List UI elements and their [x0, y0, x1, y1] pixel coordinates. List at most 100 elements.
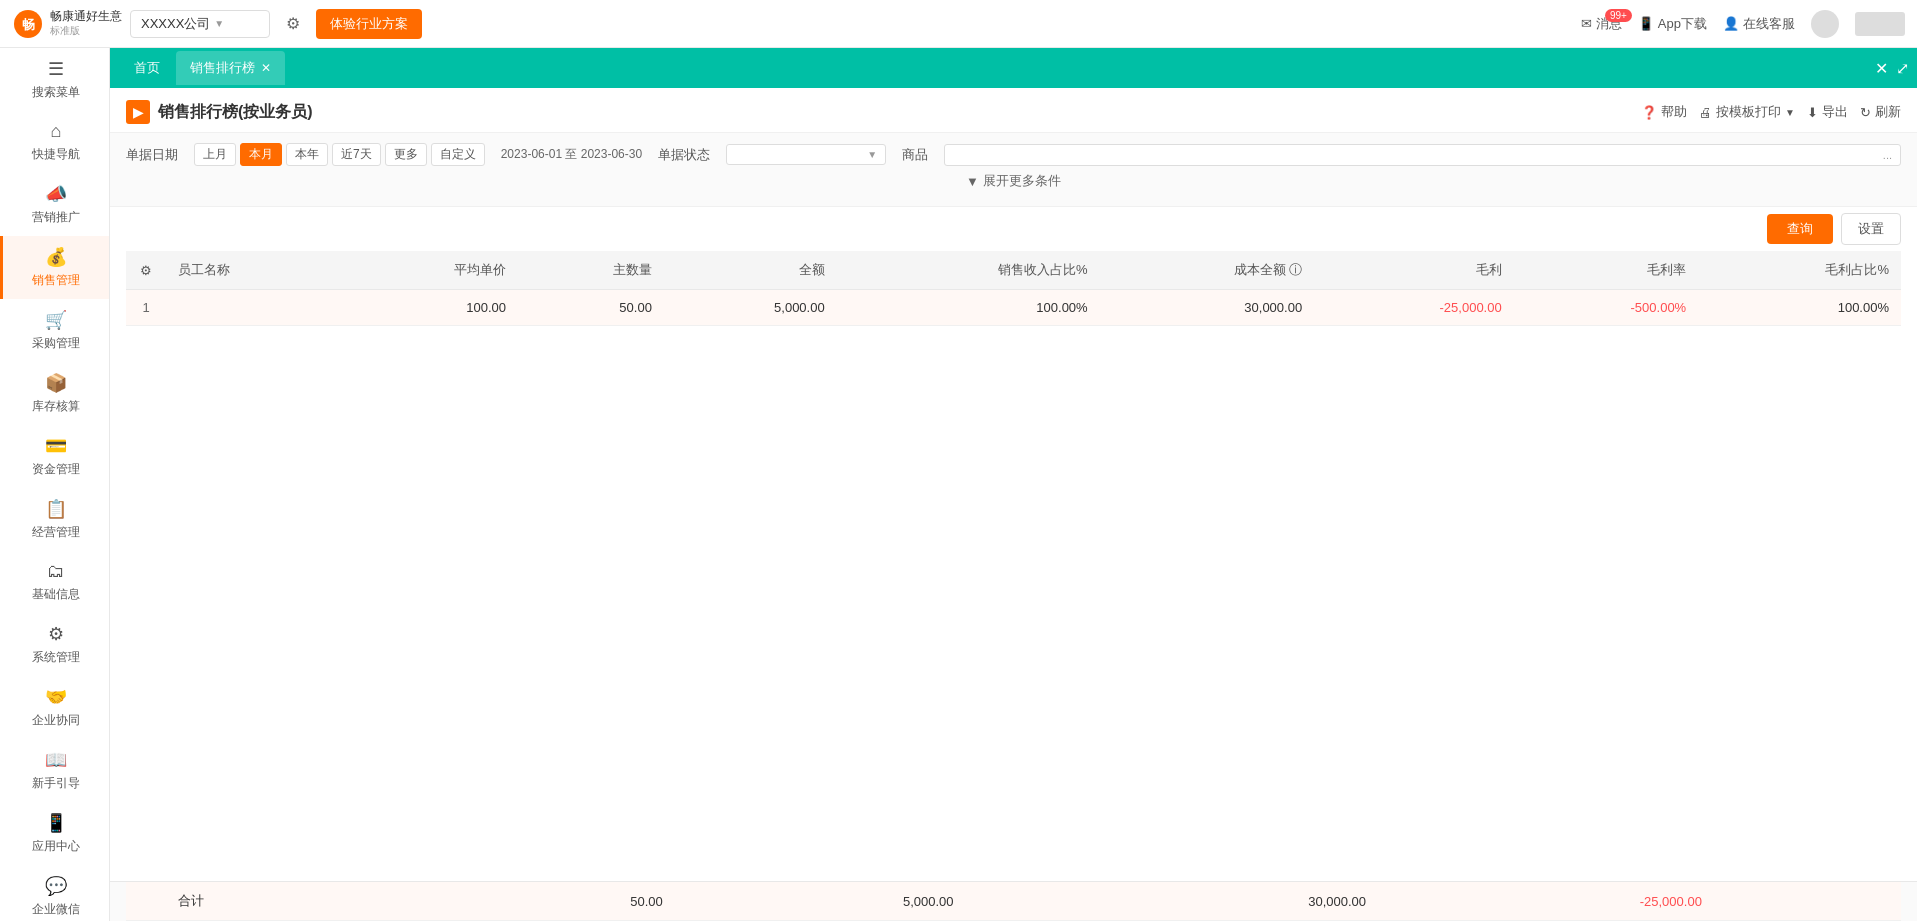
- goods-more-icon: ...: [1883, 149, 1892, 161]
- sidebar-label-marketing: 营销推广: [32, 209, 80, 226]
- cell-amount: 5,000.00: [664, 290, 837, 326]
- cell-cost-amount: 30,000.00: [1100, 290, 1315, 326]
- online-service-btn[interactable]: 👤 在线客服: [1723, 15, 1795, 33]
- logo-line2: 标准版: [50, 24, 122, 38]
- col-main-qty: 主数量: [518, 251, 664, 290]
- expand-btn[interactable]: ▶: [126, 100, 150, 124]
- refresh-btn[interactable]: ↻ 刷新: [1860, 103, 1901, 121]
- sidebar-item-app-center[interactable]: 📱 应用中心: [0, 802, 109, 865]
- footer-cost-cell: 30,000.00: [1059, 882, 1378, 921]
- setting-button[interactable]: 设置: [1841, 213, 1901, 245]
- app-download-btn[interactable]: 📱 App下载: [1638, 15, 1707, 33]
- cell-main-qty: 50.00: [518, 290, 664, 326]
- app-download-label: App下载: [1658, 15, 1707, 33]
- trial-button[interactable]: 体验行业方案: [316, 9, 422, 39]
- footer-rate-cell: [1714, 882, 1808, 921]
- sidebar-item-operations[interactable]: 📋 经营管理: [0, 488, 109, 551]
- app-center-icon: 📱: [45, 812, 67, 834]
- message-btn[interactable]: ✉ 消息 99+: [1581, 15, 1622, 33]
- sidebar-item-system[interactable]: ⚙ 系统管理: [0, 613, 109, 676]
- help-btn[interactable]: ❓ 帮助: [1641, 103, 1687, 121]
- more-filters-row: ▼ 展开更多条件: [126, 166, 1901, 196]
- marketing-icon: 📣: [45, 183, 67, 205]
- print-chevron-icon: ▼: [1785, 107, 1795, 118]
- system-icon: ⚙: [48, 623, 64, 645]
- settings-icon[interactable]: ⚙: [278, 9, 308, 39]
- date-btn-7days[interactable]: 近7天: [332, 143, 381, 166]
- export-btn[interactable]: ⬇ 导出: [1807, 103, 1848, 121]
- col-amount: 全额: [664, 251, 837, 290]
- status-filter-label: 单据状态: [658, 146, 710, 164]
- print-btn[interactable]: 🖨 按模板打印 ▼: [1699, 103, 1795, 121]
- tab-maximize-icon[interactable]: ⤢: [1896, 59, 1909, 78]
- status-select[interactable]: ▼: [726, 144, 886, 165]
- footer-avg-cell: [361, 882, 455, 921]
- sidebar-item-enterprise-collab[interactable]: 🤝 企业协同: [0, 676, 109, 739]
- goods-input[interactable]: ...: [944, 144, 1901, 166]
- tab-home-label: 首页: [134, 60, 160, 75]
- footer-ratio-cell: [966, 882, 1060, 921]
- cell-rank: 1: [126, 290, 166, 326]
- date-btn-this-year[interactable]: 本年: [286, 143, 328, 166]
- goods-filter-label: 商品: [902, 146, 928, 164]
- date-range: 2023-06-01 至 2023-06-30: [501, 146, 642, 163]
- avatar[interactable]: [1811, 10, 1839, 38]
- page-header: ▶ 销售排行榜(按业务员) ❓ 帮助 🖨 按模板打印 ▼ ⬇ 导: [110, 88, 1917, 133]
- sidebar-item-guide[interactable]: 📖 新手引导: [0, 739, 109, 802]
- sidebar-item-finance[interactable]: 💳 资金管理: [0, 425, 109, 488]
- table-footer: 合计 50.00 5,000.00 30,000.00 -25,000.00: [110, 881, 1917, 921]
- company-selector[interactable]: XXXXX公司 ▼: [130, 10, 270, 38]
- col-settings[interactable]: ⚙: [126, 251, 166, 290]
- sidebar-label-guide: 新手引导: [32, 775, 80, 792]
- date-btn-more[interactable]: 更多: [385, 143, 427, 166]
- footer-gross-ratio-cell: [1807, 882, 1901, 921]
- tab-close-icon[interactable]: ✕: [261, 61, 271, 75]
- sidebar: ☰ 搜索菜单 ⌂ 快捷导航 📣 营销推广 💰 销售管理 🛒 采购管理 📦 库存核…: [0, 48, 110, 921]
- sidebar-label-purchase: 采购管理: [32, 335, 80, 352]
- tab-sales-ranking[interactable]: 销售排行榜 ✕: [176, 51, 285, 85]
- sidebar-label-system: 系统管理: [32, 649, 80, 666]
- expand-label: 展开更多条件: [983, 172, 1061, 190]
- user-name: [1855, 12, 1905, 36]
- content-area: 首页 销售排行榜 ✕ ✕ ⤢ ▶ 销售排行榜(按业务员) ❓: [110, 48, 1917, 921]
- sidebar-label-finance: 资金管理: [32, 461, 80, 478]
- tab-home[interactable]: 首页: [118, 51, 176, 85]
- purchase-icon: 🛒: [45, 309, 67, 331]
- filter-bar: 单据日期 上月 本月 本年 近7天 更多 自定义 2023-06-01 至 20…: [110, 133, 1917, 207]
- date-btn-custom[interactable]: 自定义: [431, 143, 485, 166]
- sidebar-item-purchase[interactable]: 🛒 采购管理: [0, 299, 109, 362]
- message-icon: ✉: [1581, 16, 1592, 31]
- export-icon: ⬇: [1807, 105, 1818, 120]
- sidebar-item-marketing[interactable]: 📣 营销推广: [0, 173, 109, 236]
- sidebar-item-inventory[interactable]: 📦 库存核算: [0, 362, 109, 425]
- sidebar-item-sales[interactable]: 💰 销售管理: [0, 236, 109, 299]
- sidebar-label-sales: 销售管理: [32, 272, 80, 289]
- cell-sales-ratio: 100.00%: [837, 290, 1100, 326]
- date-btn-last-month[interactable]: 上月: [194, 143, 236, 166]
- sidebar-item-basic-info[interactable]: 🗂 基础信息: [0, 551, 109, 613]
- collab-icon: 🤝: [45, 686, 67, 708]
- footer-qty-cell: 50.00: [454, 882, 674, 921]
- tab-close-all-icon[interactable]: ✕: [1875, 59, 1888, 78]
- guide-icon: 📖: [45, 749, 67, 771]
- online-service-label: 在线客服: [1743, 15, 1795, 33]
- table-wrap: ⚙ 员工名称 平均单价 主数量 全额 销售收入占比% 成本全额 ⓘ 毛利 毛利率…: [110, 251, 1917, 881]
- footer-rank-cell: [126, 882, 166, 921]
- svg-text:畅: 畅: [22, 17, 35, 32]
- home-icon: ⌂: [51, 121, 62, 142]
- sidebar-item-quick-nav[interactable]: ⌂ 快捷导航: [0, 111, 109, 173]
- footer-row: 合计 50.00 5,000.00 30,000.00 -25,000.00: [126, 882, 1901, 921]
- expand-filters-btn[interactable]: ▼ 展开更多条件: [966, 172, 1061, 190]
- sidebar-item-wechat[interactable]: 💬 企业微信: [0, 865, 109, 921]
- refresh-label: 刷新: [1875, 103, 1901, 121]
- sidebar-item-search-order[interactable]: ☰ 搜索菜单: [0, 48, 109, 111]
- status-chevron-icon: ▼: [867, 149, 877, 160]
- cell-gross-profit: -25,000.00: [1314, 290, 1514, 326]
- date-filter-label: 单据日期: [126, 146, 178, 164]
- cell-avg-price: 100.00: [342, 290, 518, 326]
- query-button[interactable]: 查询: [1767, 214, 1833, 244]
- data-table: ⚙ 员工名称 平均单价 主数量 全额 销售收入占比% 成本全额 ⓘ 毛利 毛利率…: [126, 251, 1901, 326]
- date-btn-this-month[interactable]: 本月: [240, 143, 282, 166]
- sidebar-label-inventory: 库存核算: [32, 398, 80, 415]
- print-icon: 🖨: [1699, 105, 1712, 120]
